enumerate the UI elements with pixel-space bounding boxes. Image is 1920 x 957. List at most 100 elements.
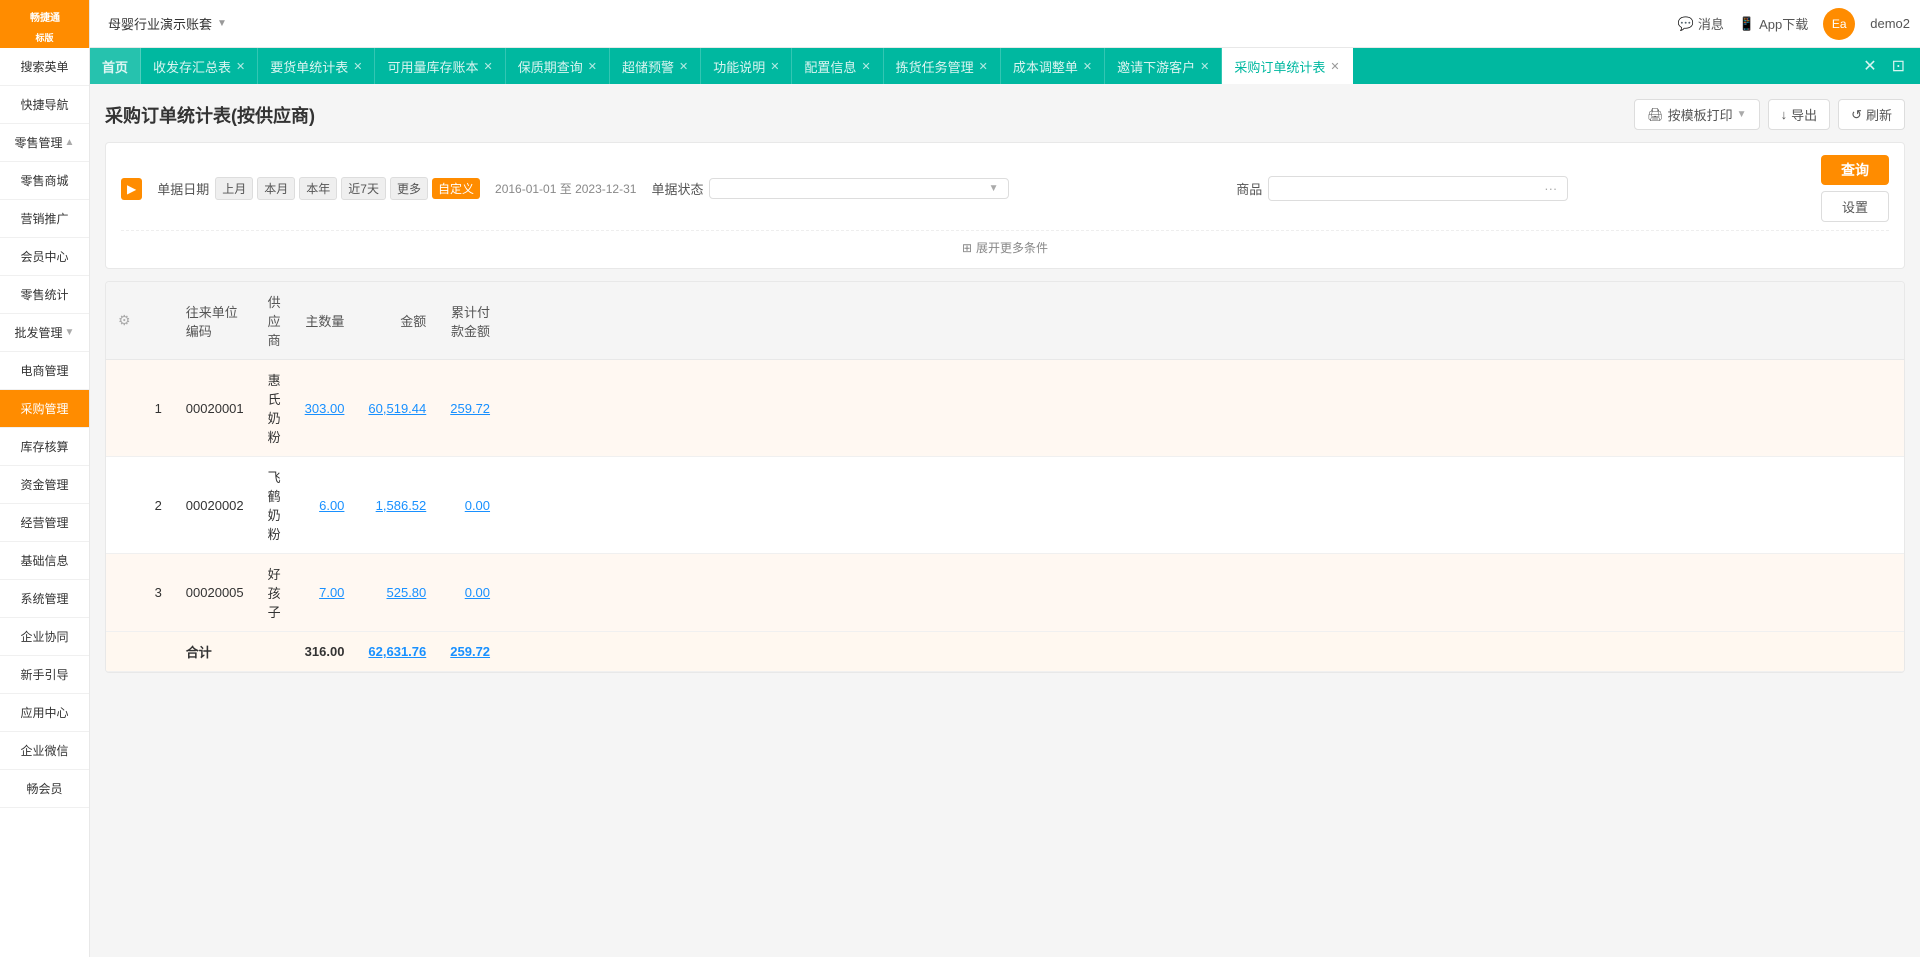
tab-warranty-query[interactable]: 保质期查询 ✕ [506, 48, 610, 84]
date-shortcut-last-month[interactable]: 上月 [215, 177, 253, 200]
filter-toggle-button[interactable]: ▶ [121, 178, 142, 200]
tab-close-overstock-alert[interactable]: ✕ [679, 60, 688, 73]
export-button[interactable]: ↓ 导出 [1768, 99, 1831, 130]
tab-close-purchase-summary[interactable]: ✕ [1330, 60, 1339, 73]
sidebar-item-retail-mall[interactable]: 零售商城 [0, 162, 89, 200]
sidebar-item-purchase-mgmt[interactable]: 采购管理 [0, 390, 89, 428]
col-settings: ⚙ [106, 282, 143, 360]
setting-button[interactable]: 设置 [1821, 191, 1889, 222]
tab-goods-summary[interactable]: 要货单统计表 ✕ [258, 48, 375, 84]
goods-more-button[interactable]: ··· [1544, 181, 1557, 196]
query-btn-group: 查询 设置 [1821, 155, 1889, 222]
date-filter-group: 单据日期 上月 本月 本年 近7天 更多 自定义 [157, 177, 480, 200]
print-arrow-icon: ▼ [1737, 109, 1747, 120]
app-download-button[interactable]: 📱 App下载 [1739, 14, 1808, 33]
sidebar-item-search[interactable]: 搜索英单 [0, 48, 89, 86]
sidebar-item-ops-mgmt[interactable]: 经营管理 [0, 504, 89, 542]
tab-close-cost-adjust[interactable]: ✕ [1083, 60, 1092, 73]
tab-overstock-alert[interactable]: 超储预警 ✕ [610, 48, 701, 84]
nav-tabs: 首页 收发存汇总表 ✕ 要货单统计表 ✕ 可用量库存账本 ✕ 保质期查询 ✕ 超… [90, 48, 1920, 84]
date-shortcut-more[interactable]: 更多 [390, 177, 428, 200]
table-row: 3 00020005 好孩子 7.00 525.80 0.00 [106, 554, 1904, 632]
sidebar-item-sys-mgmt[interactable]: 系统管理 [0, 580, 89, 618]
query-button[interactable]: 查询 [1821, 155, 1889, 185]
workspace-name: 母婴行业演示账套 [108, 14, 212, 33]
tab-receive-summary[interactable]: 收发存汇总表 ✕ [141, 48, 258, 84]
nav-close-all-button[interactable]: ✕ [1858, 54, 1881, 78]
tab-config-info[interactable]: 配置信息 ✕ [792, 48, 883, 84]
footer-paid-amount[interactable]: 259.72 [438, 632, 502, 672]
custom-date-badge[interactable]: 自定义 [432, 178, 480, 199]
message-button[interactable]: 💬 消息 [1678, 14, 1724, 33]
tab-cost-adjust[interactable]: 成本调整单 ✕ [1001, 48, 1105, 84]
top-header: 母婴行业演示账套 ▼ 💬 消息 📱 App下载 Ea demo2 [90, 0, 1920, 48]
data-table: ⚙ 往来单位编码 供应商 主数量 金额 累计付款金额 1 00020001 [106, 282, 1904, 672]
sidebar-item-stock-check[interactable]: 库存核算 [0, 428, 89, 466]
sidebar-item-marketing[interactable]: 营销推广 [0, 200, 89, 238]
table-body: 1 00020001 惠氏奶粉 303.00 60,519.44 259.72 … [106, 360, 1904, 632]
tab-pick-task[interactable]: 拣货任务管理 ✕ [884, 48, 1001, 84]
app-subtitle: 标版 [35, 31, 53, 44]
sidebar-item-retail-stats[interactable]: 零售统计 [0, 276, 89, 314]
user-avatar[interactable]: Ea [1823, 8, 1855, 40]
content-area: 采购订单统计表(按供应商) 🖨 按模板打印 ▼ ↓ 导出 ↺ 刷新 [90, 84, 1920, 957]
date-shortcut-this-month[interactable]: 本月 [257, 177, 295, 200]
message-icon: 💬 [1678, 16, 1694, 32]
nav-expand-button[interactable]: ⊡ [1887, 54, 1910, 78]
app-logo: 畅捷通 标版 [0, 0, 89, 48]
goods-filter-label: 商品 [1236, 179, 1262, 198]
sidebar-item-retail-mgmt[interactable]: 零售管理 ▲ [0, 124, 89, 162]
sidebar-item-member-center[interactable]: 会员中心 [0, 238, 89, 276]
tab-invite-downstream[interactable]: 邀请下游客户 ✕ [1105, 48, 1222, 84]
page-actions: 🖨 按模板打印 ▼ ↓ 导出 ↺ 刷新 [1634, 99, 1905, 130]
tab-close-config-info[interactable]: ✕ [861, 60, 870, 73]
tab-close-warranty-query[interactable]: ✕ [588, 60, 597, 73]
expand-more-button[interactable]: ⊞ 展开更多条件 [962, 239, 1048, 256]
sidebar-item-wholesale-mgmt[interactable]: 批发管理 ▼ [0, 314, 89, 352]
footer-amount[interactable]: 62,631.76 [356, 632, 438, 672]
filter-row-main: ▶ 单据日期 上月 本月 本年 近7天 更多 自定义 2016-01-01 至 [121, 155, 1889, 222]
expand-icon: ⊞ [962, 241, 972, 255]
tab-close-stock-account[interactable]: ✕ [484, 60, 493, 73]
date-shortcut-this-year[interactable]: 本年 [299, 177, 337, 200]
sidebar-item-basic-info[interactable]: 基础信息 [0, 542, 89, 580]
status-select[interactable]: ▼ [709, 178, 1009, 199]
sidebar-item-enterprise-wechat[interactable]: 企业微信 [0, 732, 89, 770]
sidebar-item-capital-mgmt[interactable]: 资金管理 [0, 466, 89, 504]
tab-close-receive-summary[interactable]: ✕ [236, 60, 245, 73]
avatar-text: Ea [1832, 17, 1847, 31]
table-header-row: ⚙ 往来单位编码 供应商 主数量 金额 累计付款金额 [106, 282, 1904, 360]
print-button[interactable]: 🖨 按模板打印 ▼ [1634, 99, 1759, 130]
sidebar-item-vip-member[interactable]: 畅会员 [0, 770, 89, 808]
tab-purchase-summary[interactable]: 采购订单统计表 ✕ [1222, 48, 1352, 84]
tab-stock-account[interactable]: 可用量库存账本 ✕ [375, 48, 505, 84]
svg-text:畅捷通: 畅捷通 [30, 11, 60, 24]
tab-close-function-desc[interactable]: ✕ [770, 60, 779, 73]
column-settings-icon[interactable]: ⚙ [118, 312, 131, 328]
filter-area: ▶ 单据日期 上月 本月 本年 近7天 更多 自定义 2016-01-01 至 [105, 142, 1905, 269]
workspace-arrow: ▼ [217, 18, 227, 29]
col-paid-amount: 累计付款金额 [438, 282, 502, 360]
user-name-label[interactable]: demo2 [1870, 16, 1910, 31]
col-quantity: 主数量 [293, 282, 357, 360]
goods-input[interactable]: ··· [1268, 176, 1568, 201]
tab-function-desc[interactable]: 功能说明 ✕ [701, 48, 792, 84]
sidebar-item-new-guide[interactable]: 新手引导 [0, 656, 89, 694]
table-footer-row: 合计 316.00 62,631.76 259.72 [106, 632, 1904, 672]
sidebar: 畅捷通 标版 搜索英单 快捷导航 零售管理 ▲ 零售商城 营销推广 会员中心 零… [0, 0, 90, 957]
table-row: 2 00020002 飞鹤奶粉 6.00 1,586.52 0.00 [106, 457, 1904, 554]
tab-home[interactable]: 首页 [90, 48, 141, 84]
date-shortcut-7days[interactable]: 近7天 [341, 177, 386, 200]
sidebar-item-enterprise-collab[interactable]: 企业协同 [0, 618, 89, 656]
col-supplier-name: 供应商 [256, 282, 293, 360]
nav-tabs-end: ✕ ⊡ [1848, 54, 1920, 78]
tab-close-goods-summary[interactable]: ✕ [353, 60, 362, 73]
tab-close-invite-downstream[interactable]: ✕ [1200, 60, 1209, 73]
sidebar-item-ecommerce[interactable]: 电商管理 [0, 352, 89, 390]
sidebar-item-quick-nav[interactable]: 快捷导航 [0, 86, 89, 124]
tab-close-pick-task[interactable]: ✕ [979, 60, 988, 73]
refresh-icon: ↺ [1851, 107, 1862, 123]
sidebar-item-app-center[interactable]: 应用中心 [0, 694, 89, 732]
refresh-button[interactable]: ↺ 刷新 [1838, 99, 1905, 130]
workspace-selector[interactable]: 母婴行业演示账套 ▼ [100, 14, 235, 33]
